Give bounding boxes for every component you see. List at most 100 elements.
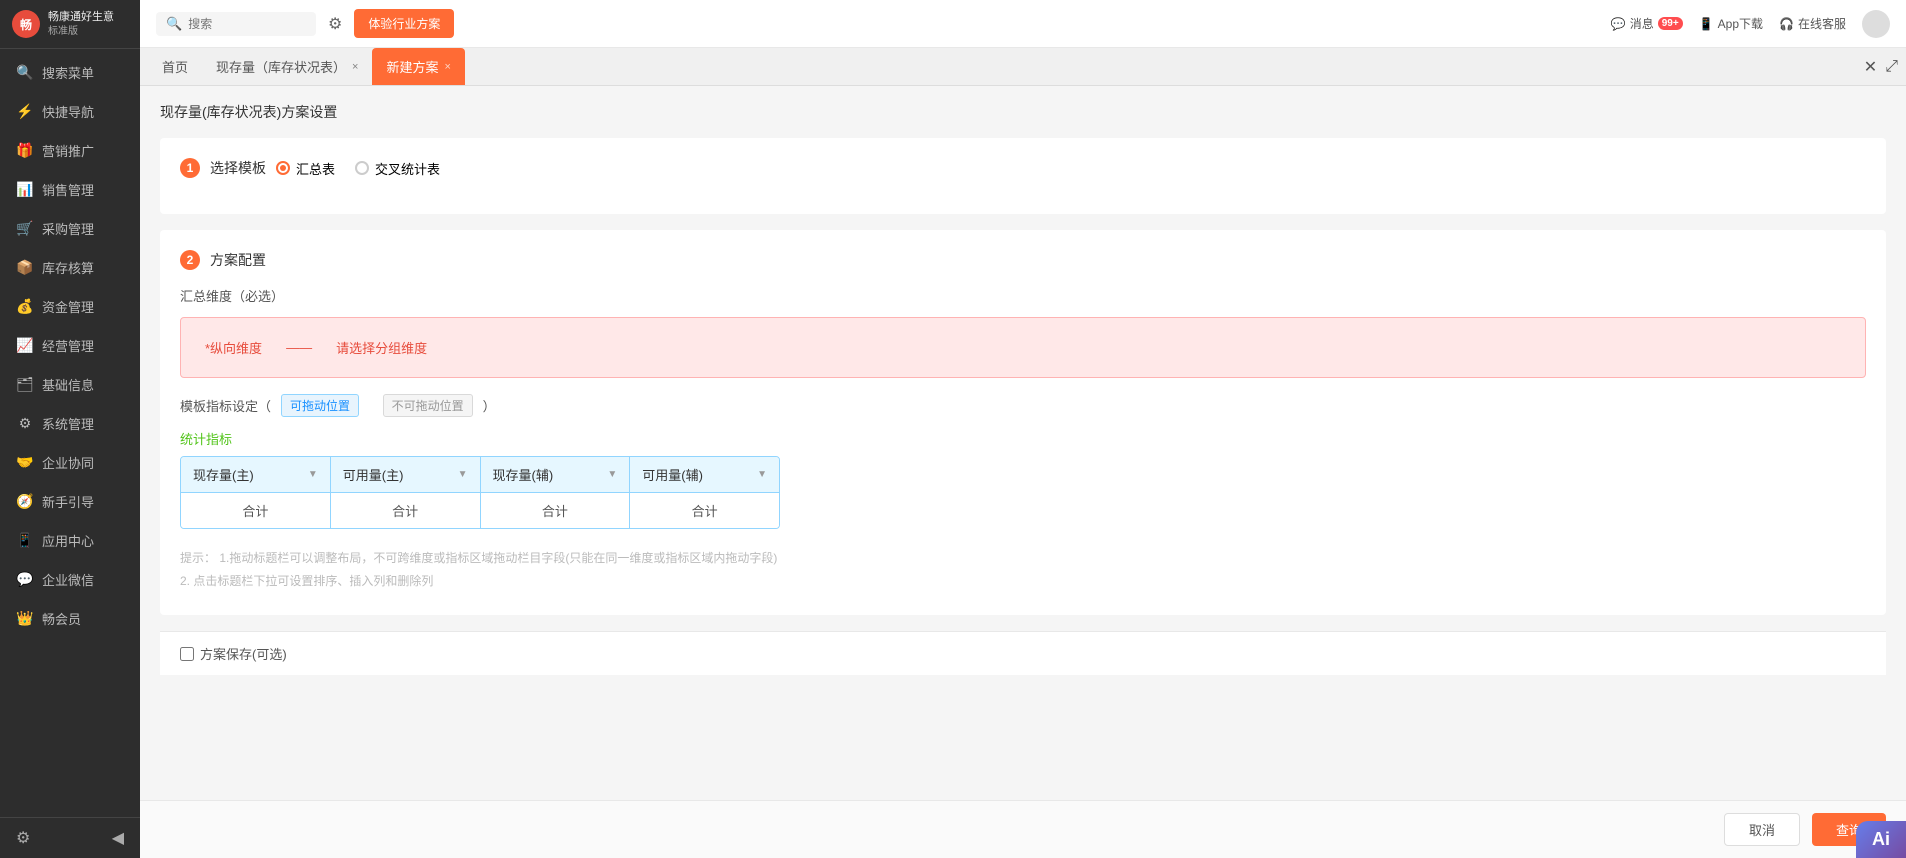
- save-option[interactable]: 方案保存(可选): [180, 644, 287, 663]
- cancel-button[interactable]: 取消: [1724, 813, 1800, 846]
- sidebar-item-shortcuts[interactable]: ⚡ 快捷导航: [0, 92, 140, 131]
- sidebar-label-apps: 应用中心: [42, 531, 94, 550]
- template-radio-group: 汇总表 交叉统计表: [276, 159, 440, 178]
- sidebar-label-members: 畅会员: [42, 609, 81, 628]
- online-support-label: 在线客服: [1798, 15, 1846, 32]
- sidebar-item-operations[interactable]: 📈 经营管理: [0, 326, 140, 365]
- save-option-label: 方案保存(可选): [200, 644, 287, 663]
- col-available-aux-chevron[interactable]: ▼: [757, 469, 767, 480]
- radio-cross[interactable]: 交叉统计表: [355, 159, 440, 178]
- search-icon: 🔍: [166, 16, 182, 32]
- step1-card: 1 选择模板 汇总表 交叉统计表: [160, 138, 1886, 214]
- sidebar-icon-members: 👑: [16, 610, 34, 627]
- sidebar-icon-inventory: 📦: [16, 259, 34, 276]
- tab-new-plan-label: 新建方案: [386, 57, 438, 76]
- step2-title: 方案配置: [210, 250, 266, 270]
- step1-title: 选择模板: [210, 158, 266, 178]
- col-present-main-chevron[interactable]: ▼: [308, 469, 318, 480]
- col-present-aux-chevron[interactable]: ▼: [607, 469, 617, 480]
- app-logo: 畅 畅康通好生意 标准版: [0, 0, 140, 49]
- sidebar-label-basic: 基础信息: [42, 375, 94, 394]
- save-checkbox[interactable]: [180, 647, 194, 661]
- col-available-aux-label: 可用量(辅): [642, 465, 703, 484]
- sidebar-item-purchase[interactable]: 🛒 采购管理: [0, 209, 140, 248]
- user-avatar[interactable]: [1862, 10, 1890, 38]
- col-available-main-chevron[interactable]: ▼: [458, 469, 468, 480]
- radio-cross-dot: [355, 161, 369, 175]
- tab-inventory-label: 现存量（库存状况表）: [216, 57, 346, 76]
- non-draggable-badge: 不可拖动位置: [383, 394, 473, 417]
- search-input[interactable]: [188, 17, 298, 31]
- download-icon: 📱: [1699, 17, 1714, 31]
- topbar-gear-icon[interactable]: ⚙: [328, 14, 342, 34]
- sidebar-icon-search: 🔍: [16, 64, 34, 81]
- indicator-table-header: 现存量(主) ▼ 可用量(主) ▼ 现存量(辅) ▼ 可用量(辅): [181, 457, 779, 492]
- sidebar-item-basic[interactable]: 🗂 基础信息: [0, 365, 140, 404]
- col-present-aux-label: 现存量(辅): [493, 465, 554, 484]
- sidebar-item-cooperation[interactable]: 🤝 企业协同: [0, 443, 140, 482]
- dim-placeholder: 请选择分组维度: [336, 338, 427, 357]
- indicator-table-body: 合计 合计 合计 合计: [181, 492, 779, 528]
- cell-available-aux: 合计: [630, 493, 779, 528]
- sidebar-item-wechat[interactable]: 💬 企业微信: [0, 560, 140, 599]
- sidebar-icon-basic: 🗂: [16, 376, 34, 393]
- topbar-right: 💬 消息 99+ 📱 App下载 🎧 在线客服: [1611, 10, 1890, 38]
- sidebar-item-sales[interactable]: 📊 销售管理: [0, 170, 140, 209]
- close-tab-btn[interactable]: ✕: [1864, 57, 1877, 77]
- sidebar-label-sales: 销售管理: [42, 180, 94, 199]
- sidebar-footer: ⚙ ◀: [0, 817, 140, 858]
- indicator-settings: 模板指标设定（ 可拖动位置 不可拖动位置 ） 统计指标 现存量(主) ▼ 可: [180, 394, 1866, 589]
- dim-separator: ——: [286, 340, 312, 355]
- message-item[interactable]: 💬 消息 99+: [1611, 15, 1683, 32]
- message-label: 消息: [1630, 15, 1654, 32]
- sidebar-icon-shortcuts: ⚡: [16, 103, 34, 120]
- dimension-row[interactable]: *纵向维度 —— 请选择分组维度: [180, 317, 1866, 378]
- col-present-aux[interactable]: 现存量(辅) ▼: [481, 457, 631, 492]
- draggable-badge: 可拖动位置: [281, 394, 359, 417]
- indicator-table: 现存量(主) ▼ 可用量(主) ▼ 现存量(辅) ▼ 可用量(辅): [180, 456, 780, 529]
- ai-badge[interactable]: Ai: [1856, 821, 1906, 858]
- radio-summary-dot: [276, 161, 290, 175]
- col-present-main[interactable]: 现存量(主) ▼: [181, 457, 331, 492]
- sidebar-item-marketing[interactable]: 🎁 营销推广: [0, 131, 140, 170]
- sidebar-item-search[interactable]: 🔍 搜索菜单: [0, 53, 140, 92]
- tip-1: 提示： 1.拖动标题栏可以调整布局，不可跨维度或指标区域拖动栏目字段(只能在同一…: [180, 549, 1866, 566]
- expand-tab-btn[interactable]: ⤢: [1885, 57, 1898, 77]
- cell-present-main: 合计: [181, 493, 331, 528]
- sidebar-item-apps[interactable]: 📱 应用中心: [0, 521, 140, 560]
- sidebar-item-inventory[interactable]: 📦 库存核算: [0, 248, 140, 287]
- tab-inventory-close[interactable]: ×: [352, 61, 358, 73]
- col-available-main[interactable]: 可用量(主) ▼: [331, 457, 481, 492]
- sidebar-icon-cooperation: 🤝: [16, 454, 34, 471]
- search-box[interactable]: 🔍: [156, 12, 316, 36]
- trial-button[interactable]: 体验行业方案: [354, 9, 454, 38]
- tab-home[interactable]: 首页: [148, 48, 202, 85]
- sidebar-item-system[interactable]: ⚙ 系统管理: [0, 404, 140, 443]
- sidebar-item-newuser[interactable]: 🧭 新手引导: [0, 482, 140, 521]
- settings-icon[interactable]: ⚙: [16, 828, 30, 848]
- sidebar-item-finance[interactable]: 💰 资金管理: [0, 287, 140, 326]
- sidebar-label-system: 系统管理: [42, 414, 94, 433]
- radio-summary[interactable]: 汇总表: [276, 159, 335, 178]
- sidebar-item-members[interactable]: 👑 畅会员: [0, 599, 140, 638]
- step2-card: 2 方案配置 汇总维度（必选） *纵向维度 —— 请选择分组维度 模板指标设定（…: [160, 230, 1886, 615]
- cell-present-aux: 合计: [481, 493, 631, 528]
- sidebar-icon-finance: 💰: [16, 298, 34, 315]
- step1-header: 1 选择模板 汇总表 交叉统计表: [180, 158, 1866, 178]
- online-support-item[interactable]: 🎧 在线客服: [1779, 15, 1846, 32]
- sidebar-label-inventory: 库存核算: [42, 258, 94, 277]
- stats-label: 统计指标: [180, 429, 1866, 448]
- headset-icon: 🎧: [1779, 17, 1794, 31]
- step1-number: 1: [180, 158, 200, 178]
- radio-cross-label: 交叉统计表: [375, 159, 440, 178]
- col-available-aux[interactable]: 可用量(辅) ▼: [630, 457, 779, 492]
- sidebar-label-marketing: 营销推广: [42, 141, 94, 160]
- tab-new-plan[interactable]: 新建方案 ×: [372, 48, 464, 85]
- app-version: 标准版: [48, 25, 114, 38]
- tab-inventory-status[interactable]: 现存量（库存状况表） ×: [202, 48, 372, 85]
- app-name: 畅康通好生意: [48, 10, 114, 24]
- app-download-item[interactable]: 📱 App下载: [1699, 15, 1763, 32]
- tab-new-plan-close[interactable]: ×: [444, 61, 450, 73]
- collapse-icon[interactable]: ◀: [112, 828, 124, 848]
- sidebar-icon-purchase: 🛒: [16, 220, 34, 237]
